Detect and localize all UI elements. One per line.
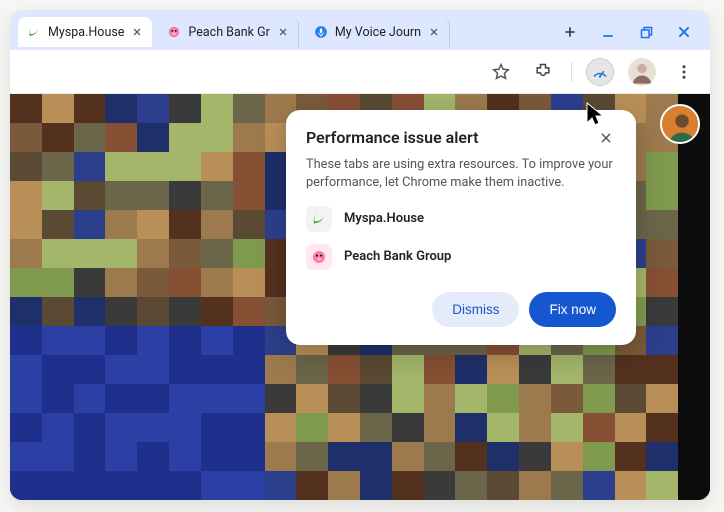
popup-close-button[interactable] [596, 128, 616, 148]
minimize-button[interactable] [596, 20, 620, 44]
fix-now-button[interactable]: Fix now [529, 292, 616, 327]
popup-title: Performance issue alert [306, 128, 479, 147]
toolbar [10, 50, 710, 94]
issue-item-myspa: Myspa.House [306, 206, 616, 232]
menu-dots-icon[interactable] [670, 58, 698, 86]
issue-list: Myspa.House Peach Bank Group [306, 206, 616, 270]
restore-button[interactable] [634, 20, 658, 44]
tab-title: My Voice Journ [335, 25, 421, 40]
tab-strip: Myspa.House Peach Bank Gr My Voice Journ [10, 10, 710, 50]
tab-peach-bank[interactable]: Peach Bank Gr [158, 17, 298, 47]
pig-icon [166, 24, 182, 40]
close-icon[interactable] [427, 25, 441, 39]
profile-avatar[interactable] [628, 58, 656, 86]
tab-voice-journal[interactable]: My Voice Journ [305, 17, 450, 47]
dismiss-button[interactable]: Dismiss [432, 292, 519, 327]
bookmark-star-icon[interactable] [487, 58, 515, 86]
performance-icon[interactable] [586, 58, 614, 86]
performance-alert-popup: Performance issue alert These tabs are u… [286, 110, 636, 345]
video-call-self-avatar[interactable] [660, 104, 700, 144]
window-close-button[interactable] [672, 20, 696, 44]
tab-title: Myspa.House [48, 25, 124, 40]
mic-icon [313, 24, 329, 40]
close-icon[interactable] [276, 25, 290, 39]
toolbar-divider [571, 62, 572, 82]
popup-description: These tabs are using extra resources. To… [306, 156, 616, 192]
issue-item-peach-bank: Peach Bank Group [306, 244, 616, 270]
tab-title: Peach Bank Gr [188, 25, 269, 40]
close-icon[interactable] [130, 25, 144, 39]
issue-label: Myspa.House [344, 211, 424, 226]
leaf-icon [306, 206, 332, 232]
leaf-icon [26, 24, 42, 40]
window-controls [558, 20, 702, 44]
pig-icon [306, 244, 332, 270]
tab-myspa[interactable]: Myspa.House [18, 17, 152, 47]
issue-label: Peach Bank Group [344, 249, 451, 264]
new-tab-button[interactable] [558, 20, 582, 44]
extensions-icon[interactable] [529, 58, 557, 86]
